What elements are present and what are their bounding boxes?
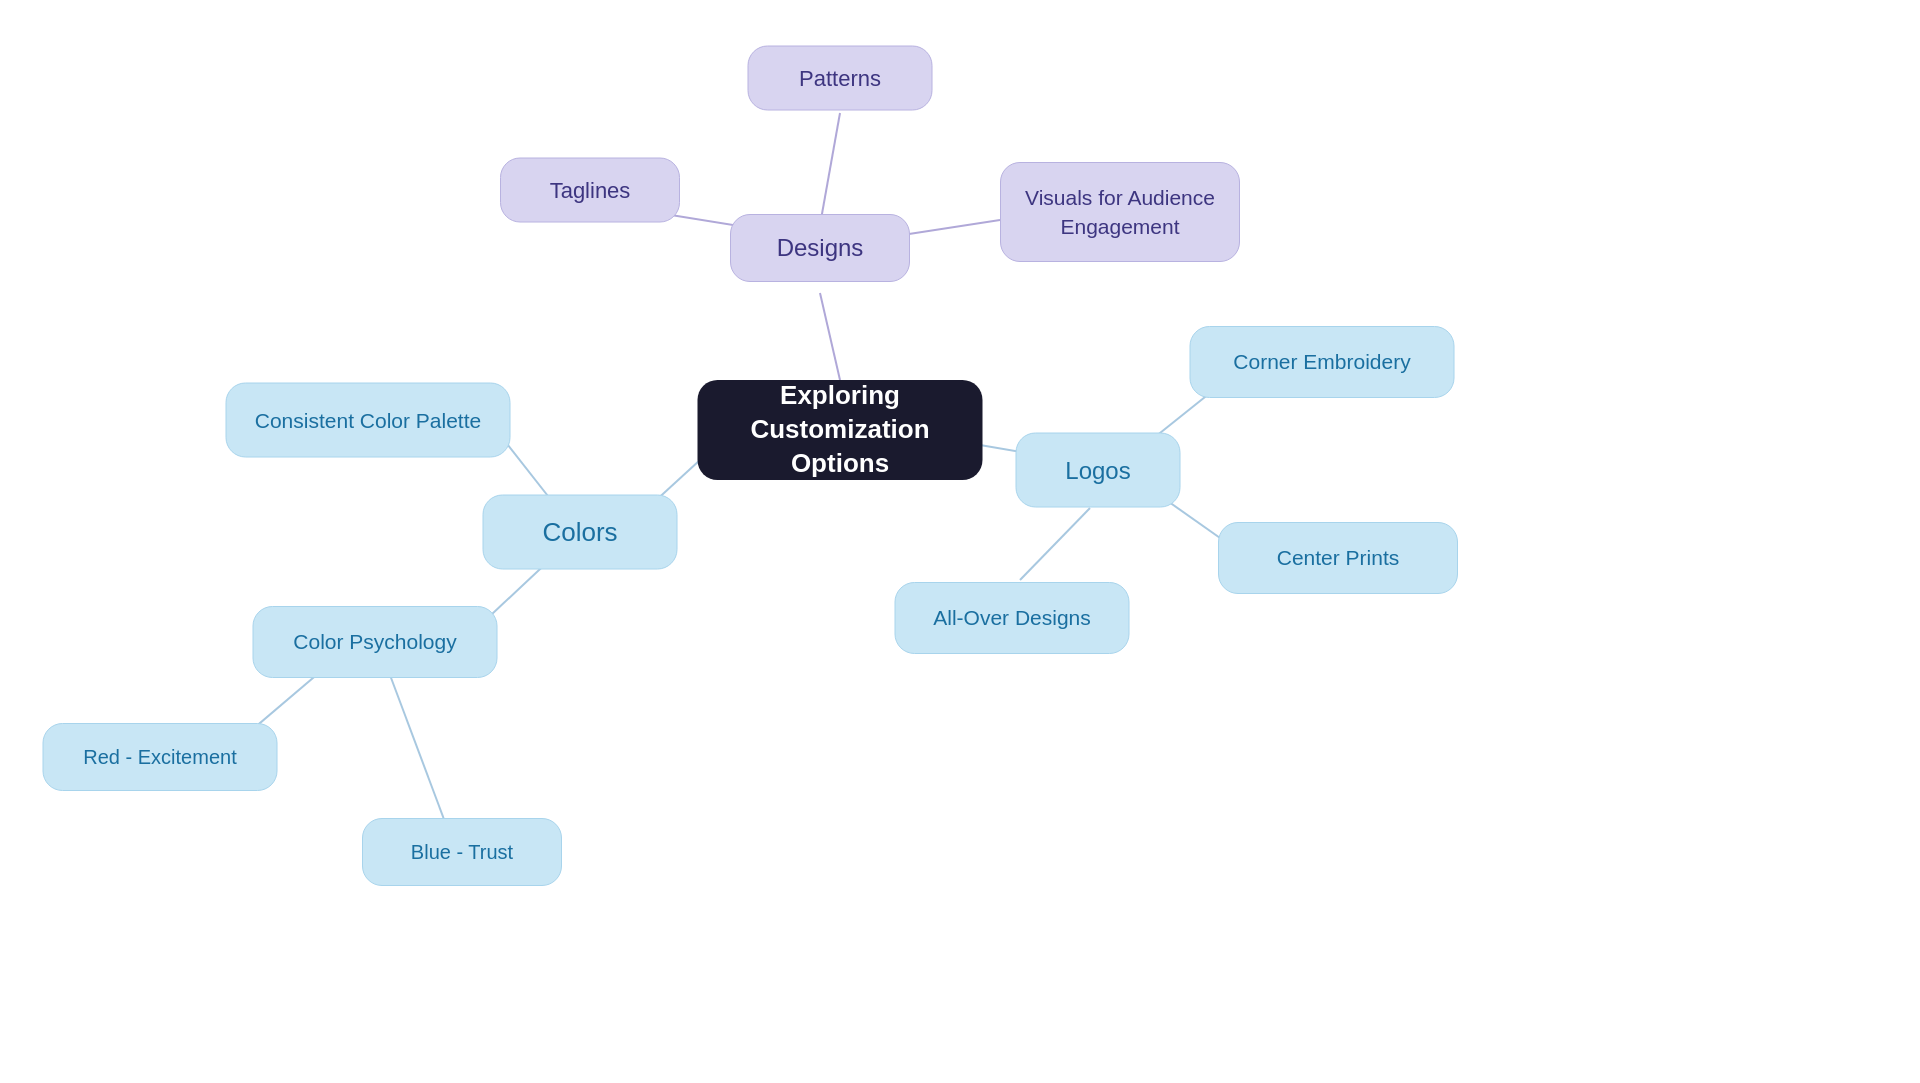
center-prints-node[interactable]: Center Prints [1218,522,1458,594]
designs-node-label: Designs [777,234,864,262]
colors-node[interactable]: Colors [483,495,678,570]
center-prints-label: Center Prints [1277,546,1400,570]
svg-line-0 [820,293,840,380]
blue-trust-label: Blue - Trust [411,841,513,864]
visuals-node-label: Visuals for Audience Engagement [1025,183,1215,242]
taglines-node-label: Taglines [550,177,631,203]
visuals-node[interactable]: Visuals for Audience Engagement [1000,162,1240,262]
red-excitement-label: Red - Excitement [83,746,236,769]
svg-line-13 [1020,508,1090,580]
svg-line-1 [820,113,840,225]
colors-node-label: Colors [542,517,617,548]
taglines-node[interactable]: Taglines [500,158,680,223]
svg-line-8 [390,675,445,822]
all-over-designs-label: All-Over Designs [933,606,1091,630]
connections-svg [0,0,1920,1083]
corner-embroidery-label: Corner Embroidery [1233,350,1410,374]
all-over-designs-node[interactable]: All-Over Designs [895,582,1130,654]
designs-node[interactable]: Designs [730,214,910,282]
center-node[interactable]: Exploring Customization Options [698,380,983,480]
logos-node[interactable]: Logos [1016,433,1181,508]
center-node-label: Exploring Customization Options [722,379,959,480]
red-excitement-node[interactable]: Red - Excitement [43,723,278,791]
logos-node-label: Logos [1065,456,1130,484]
corner-embroidery-node[interactable]: Corner Embroidery [1190,326,1455,398]
blue-trust-node[interactable]: Blue - Trust [362,818,562,886]
color-psychology-node[interactable]: Color Psychology [253,606,498,678]
consistent-color-label: Consistent Color Palette [255,408,481,432]
patterns-node[interactable]: Patterns [748,46,933,111]
color-psychology-label: Color Psychology [293,630,456,654]
mindmap-container: Exploring Customization Options Designs … [0,0,1920,1083]
patterns-node-label: Patterns [799,65,881,91]
consistent-color-node[interactable]: Consistent Color Palette [226,383,511,458]
